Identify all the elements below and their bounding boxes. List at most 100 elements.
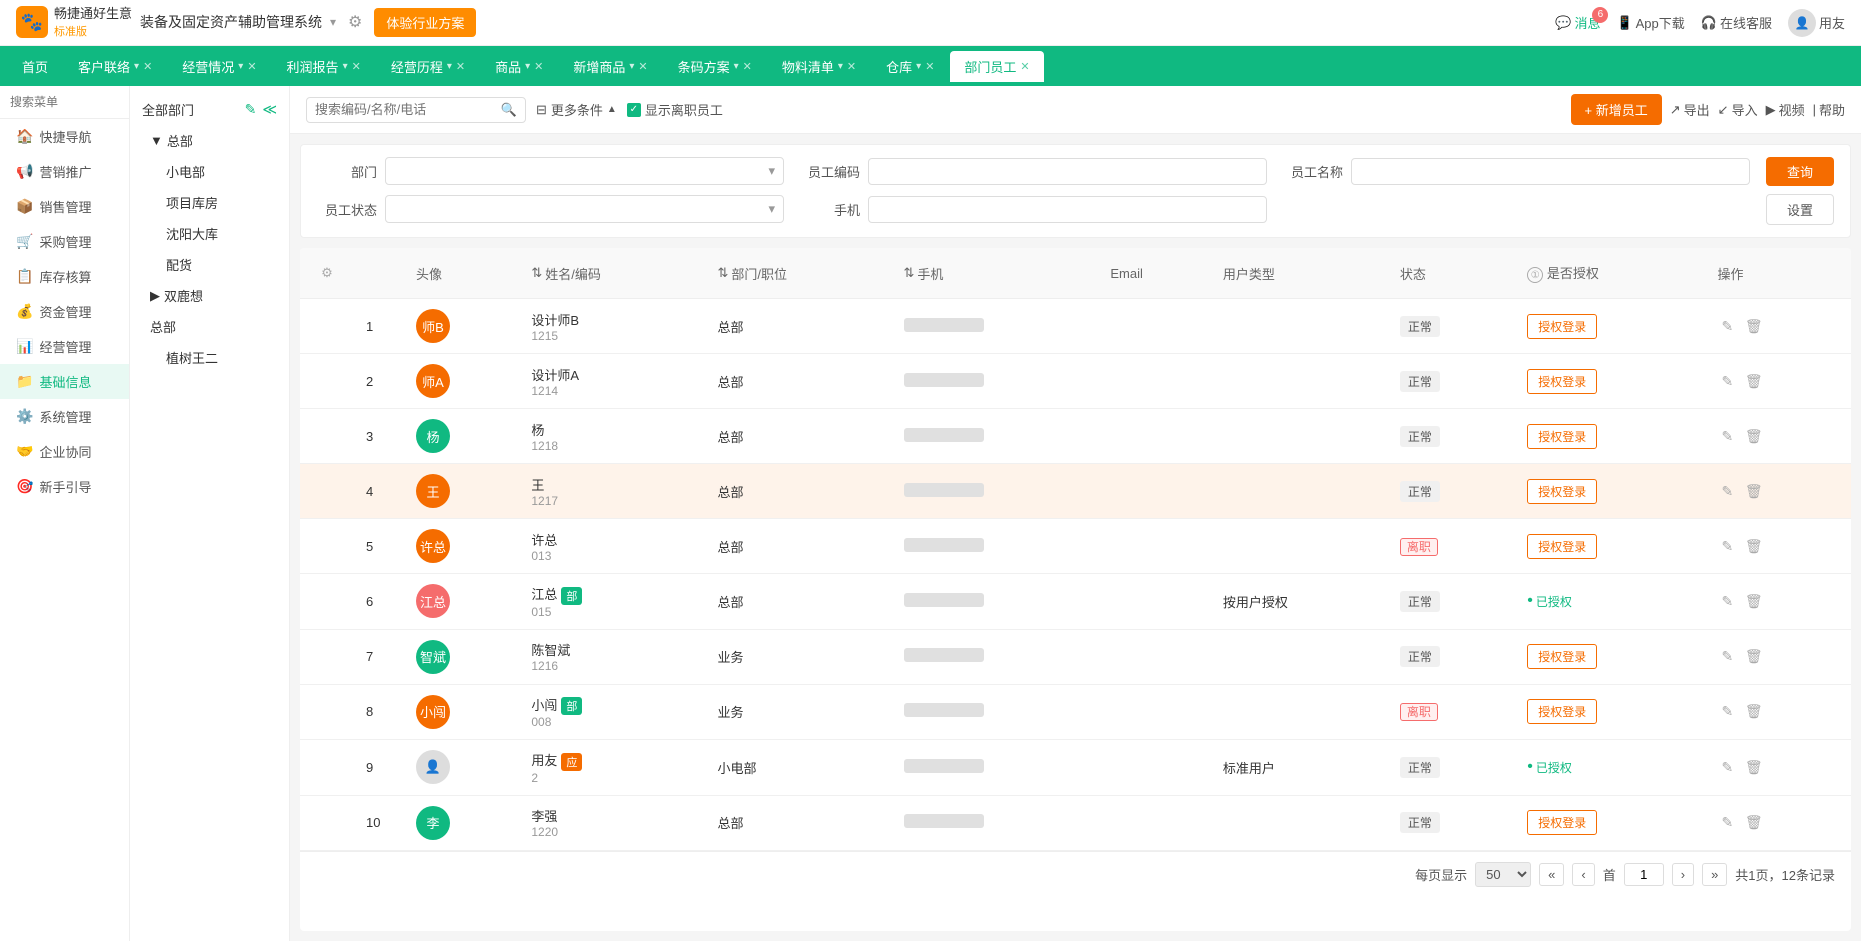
th-phone[interactable]: ⇅手机 xyxy=(892,248,1099,299)
trial-button[interactable]: 体验行业方案 xyxy=(374,8,476,37)
th-dept[interactable]: ⇅部门/职位 xyxy=(705,248,891,299)
tab-profit[interactable]: 利润报告▾✕ xyxy=(273,51,375,82)
tab-goods-close[interactable]: ✕ xyxy=(534,60,543,73)
delete-button[interactable]: 🗑 xyxy=(1741,481,1767,502)
sidebar-item-guide[interactable]: 🎯 新手引导 xyxy=(0,469,129,504)
dept-node-zongbu[interactable]: 总部 xyxy=(130,311,289,342)
edit-button[interactable]: ✎ xyxy=(1717,757,1737,778)
tab-operation[interactable]: 经营情况▾✕ xyxy=(168,51,270,82)
tab-barcode-close[interactable]: ✕ xyxy=(743,60,752,73)
filter-emp-name-input[interactable] xyxy=(1351,158,1750,185)
reset-button[interactable]: 设置 xyxy=(1766,194,1834,225)
delete-button[interactable]: 🗑 xyxy=(1741,757,1767,778)
delete-button[interactable]: 🗑 xyxy=(1741,646,1767,667)
tab-bom[interactable]: 物料清单▾✕ xyxy=(768,51,870,82)
tab-bom-close[interactable]: ✕ xyxy=(847,60,856,73)
tab-warehouse[interactable]: 仓库▾✕ xyxy=(872,51,948,82)
app-download-button[interactable]: 📱 App下载 xyxy=(1616,13,1684,32)
sidebar-item-marketing[interactable]: 📢 营销推广 xyxy=(0,154,129,189)
edit-button[interactable]: ✎ xyxy=(1717,536,1737,557)
auth-button[interactable]: 授权登录 xyxy=(1527,424,1597,449)
dept-collapse-icon[interactable]: ≪ xyxy=(262,101,277,118)
dept-node-zhishu[interactable]: 植树王二 xyxy=(146,342,289,373)
page-number-input[interactable] xyxy=(1624,863,1664,886)
tab-history-close[interactable]: ✕ xyxy=(456,60,465,73)
delete-button[interactable]: 🗑 xyxy=(1741,371,1767,392)
edit-button[interactable]: ✎ xyxy=(1717,316,1737,337)
delete-button[interactable]: 🗑 xyxy=(1741,701,1767,722)
auth-button[interactable]: 授权登录 xyxy=(1527,699,1597,724)
export-button[interactable]: ↗ 导出 xyxy=(1670,100,1710,119)
filter-phone-input[interactable] xyxy=(868,196,1267,223)
dept-node-xiaodian[interactable]: 小电部 xyxy=(146,156,289,187)
tab-employee-close[interactable]: ✕ xyxy=(1020,60,1029,73)
delete-button[interactable]: 🗑 xyxy=(1741,812,1767,833)
edit-button[interactable]: ✎ xyxy=(1717,481,1737,502)
auth-button[interactable]: 授权登录 xyxy=(1527,534,1597,559)
sidebar-item-basicinfo[interactable]: 📁 基础信息 xyxy=(0,364,129,399)
th-phone-sort[interactable]: ⇅手机 xyxy=(904,264,1087,283)
sidebar-item-finance[interactable]: 💰 资金管理 xyxy=(0,294,129,329)
th-name-sort[interactable]: ⇅姓名/编码 xyxy=(531,264,693,283)
auth-button[interactable]: 授权登录 xyxy=(1527,479,1597,504)
filter-emp-code-input[interactable] xyxy=(868,158,1267,185)
show-resigned-toggle[interactable]: ✓ 显示离职员工 xyxy=(627,100,723,119)
sidebar-item-collab[interactable]: 🤝 企业协同 xyxy=(0,434,129,469)
tab-barcode[interactable]: 条码方案▾✕ xyxy=(664,51,766,82)
search-icon[interactable]: 🔍 xyxy=(501,102,517,118)
tab-home[interactable]: 首页 xyxy=(8,51,62,82)
search-input[interactable] xyxy=(315,102,495,117)
edit-button[interactable]: ✎ xyxy=(1717,426,1737,447)
view-button[interactable]: ▶ 视频 xyxy=(1766,100,1805,119)
last-page-button[interactable]: » xyxy=(1702,863,1727,886)
edit-button[interactable]: ✎ xyxy=(1717,591,1737,612)
dept-node-shuanglu[interactable]: ▶ 双鹿想 xyxy=(130,280,289,311)
sidebar-item-purchase[interactable]: 🛒 采购管理 xyxy=(0,224,129,259)
tab-goods[interactable]: 商品▾✕ xyxy=(481,51,557,82)
tab-history[interactable]: 经营历程▾✕ xyxy=(377,51,479,82)
message-button[interactable]: 💬 消息 6 xyxy=(1555,13,1600,32)
gear-icon[interactable]: ⚙ xyxy=(344,8,366,36)
sidebar-item-bizmanage[interactable]: 📊 经营管理 xyxy=(0,329,129,364)
add-employee-button[interactable]: + 新增员工 xyxy=(1571,94,1662,125)
tab-employee[interactable]: 部门员工✕ xyxy=(950,51,1043,82)
query-button[interactable]: 查询 xyxy=(1766,157,1834,186)
edit-button[interactable]: ✎ xyxy=(1717,646,1737,667)
tab-operation-close[interactable]: ✕ xyxy=(247,60,256,73)
next-page-button[interactable]: › xyxy=(1672,863,1694,886)
dropdown-arrow-icon[interactable]: ▾ xyxy=(330,15,336,29)
dept-node-project[interactable]: 项目库房 xyxy=(146,187,289,218)
dept-node-zongbu-root[interactable]: ▼ 总部 xyxy=(130,125,289,156)
sidebar-item-quicknav[interactable]: 🏠 快捷导航 xyxy=(0,119,129,154)
auth-button[interactable]: 授权登录 xyxy=(1527,369,1597,394)
auth-info-icon[interactable]: ① xyxy=(1527,267,1543,283)
tab-addgoods-close[interactable]: ✕ xyxy=(638,60,647,73)
tab-profit-close[interactable]: ✕ xyxy=(352,60,361,73)
dept-edit-icon[interactable]: ✎ xyxy=(245,101,257,118)
filter-status-select[interactable]: ▾ xyxy=(385,195,784,223)
help-button[interactable]: | 帮助 xyxy=(1813,100,1845,119)
filter-dept-select[interactable]: ▾ xyxy=(385,157,784,185)
dept-node-shenyang[interactable]: 沈阳大库 xyxy=(146,218,289,249)
tab-customer-close[interactable]: ✕ xyxy=(143,60,152,73)
prev-page-button[interactable]: ‹ xyxy=(1572,863,1594,886)
import-button[interactable]: ↙ 导入 xyxy=(1718,100,1758,119)
edit-button[interactable]: ✎ xyxy=(1717,371,1737,392)
tab-customer[interactable]: 客户联络▾✕ xyxy=(64,51,166,82)
edit-button[interactable]: ✎ xyxy=(1717,812,1737,833)
edit-button[interactable]: ✎ xyxy=(1717,701,1737,722)
first-page-button[interactable]: « xyxy=(1539,863,1564,886)
sidebar-item-inventory[interactable]: 📋 库存核算 xyxy=(0,259,129,294)
col-settings-icon[interactable]: ⚙ xyxy=(312,258,342,288)
th-dept-sort[interactable]: ⇅部门/职位 xyxy=(717,264,879,283)
user-menu[interactable]: 👤 用友 xyxy=(1788,9,1845,37)
th-name[interactable]: ⇅姓名/编码 xyxy=(519,248,705,299)
auth-button[interactable]: 授权登录 xyxy=(1527,314,1597,339)
auth-button[interactable]: 授权登录 xyxy=(1527,810,1597,835)
tab-warehouse-close[interactable]: ✕ xyxy=(925,60,934,73)
delete-button[interactable]: 🗑 xyxy=(1741,426,1767,447)
auth-button[interactable]: 授权登录 xyxy=(1527,644,1597,669)
sidebar-item-sales[interactable]: 📦 销售管理 xyxy=(0,189,129,224)
more-filter-button[interactable]: ⊟ 更多条件 ▲ xyxy=(536,100,617,119)
delete-button[interactable]: 🗑 xyxy=(1741,591,1767,612)
